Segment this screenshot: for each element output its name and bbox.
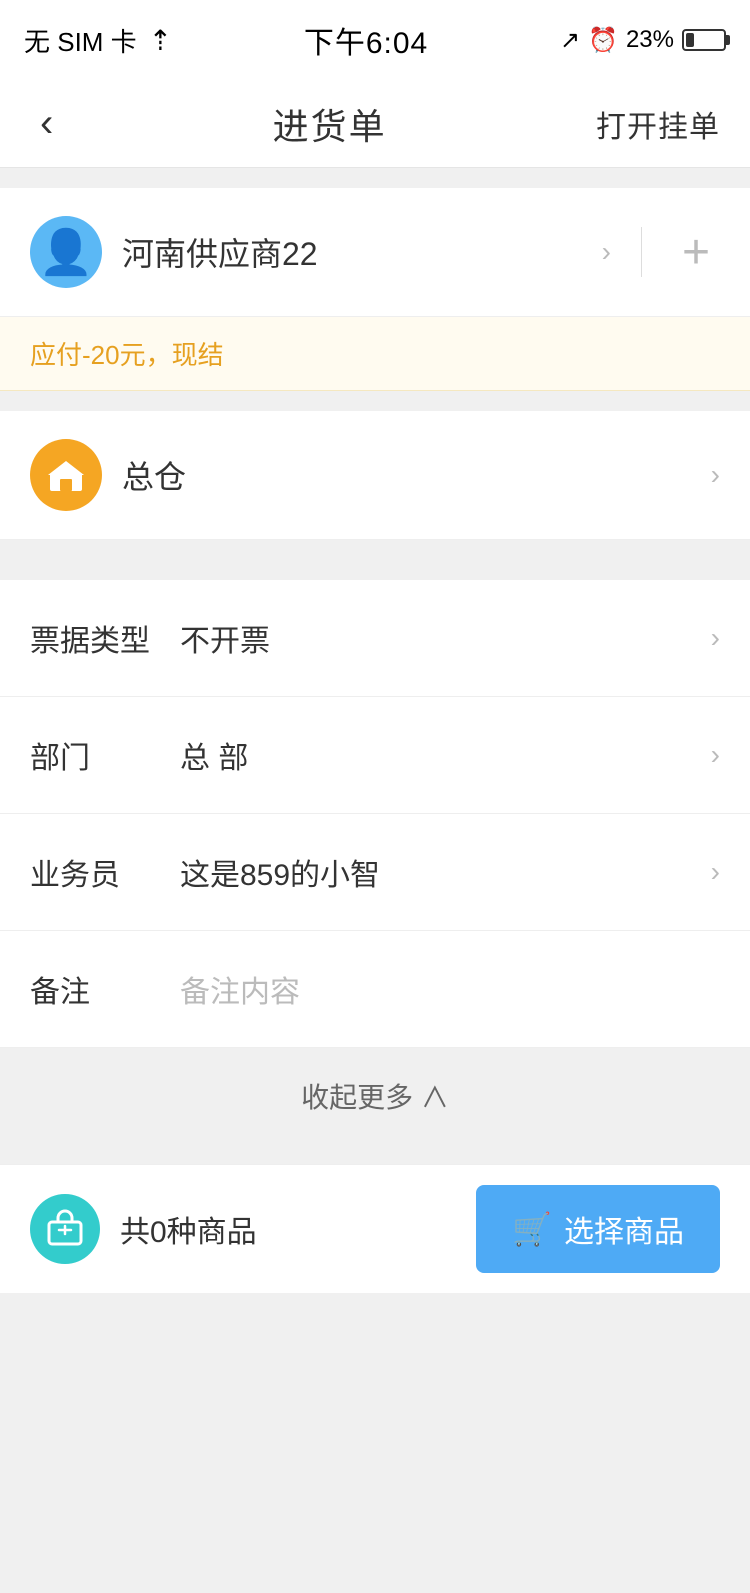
product-icon-wrap — [30, 1194, 100, 1264]
add-supplier-button[interactable]: + — [672, 225, 720, 280]
supplier-row[interactable]: 👤 河南供应商22 › + — [0, 188, 750, 317]
collapse-label: 收起更多 ∧ — [301, 1076, 449, 1116]
nav-bar: ‹ 进货单 打开挂单 — [0, 80, 750, 168]
salesman-row[interactable]: 业务员 这是859的小智 › — [0, 814, 750, 931]
supplier-name: 河南供应商22 — [122, 229, 582, 275]
page-title: 进货单 — [273, 98, 387, 150]
product-icon — [44, 1208, 86, 1250]
status-left: 无 SIM 卡 ⇡ — [24, 22, 172, 59]
gap-4 — [0, 1144, 750, 1164]
back-button[interactable]: ‹ — [30, 91, 63, 156]
dept-row[interactable]: 部门 总 部 › — [0, 697, 750, 814]
notice-text: 应付-20元，现结 — [30, 340, 224, 370]
select-product-button[interactable]: 🛒 选择商品 — [476, 1185, 720, 1273]
bill-type-value: 不开票 — [170, 616, 711, 660]
dept-value: 总 部 — [170, 733, 711, 777]
notice-bar: 应付-20元，现结 — [0, 317, 750, 391]
remark-input[interactable]: 备注内容 — [170, 967, 720, 1011]
status-right: ↗ ⏰ 23% — [560, 26, 726, 55]
warehouse-row[interactable]: 总仓 › — [0, 411, 750, 540]
open-pending-button[interactable]: 打开挂单 — [596, 102, 720, 146]
battery-icon — [682, 29, 726, 51]
dept-chevron-icon: › — [711, 739, 720, 771]
supplier-chevron-icon: › — [602, 236, 611, 268]
bill-type-label: 票据类型 — [30, 616, 170, 660]
warehouse-icon-wrap — [30, 439, 102, 511]
bill-type-chevron-icon: › — [711, 622, 720, 654]
status-bar: 无 SIM 卡 ⇡ 下午6:04 ↗ ⏰ 23% — [0, 0, 750, 80]
collapse-bar[interactable]: 收起更多 ∧ — [0, 1048, 750, 1144]
select-product-label: 选择商品 — [564, 1207, 684, 1251]
remark-row[interactable]: 备注 备注内容 — [0, 931, 750, 1048]
form-section: 票据类型 不开票 › 部门 总 部 › 业务员 这是859的小智 › 备注 备注… — [0, 580, 750, 1048]
wifi-icon: ⇡ — [149, 24, 172, 57]
salesman-value: 这是859的小智 — [170, 850, 711, 894]
divider — [641, 227, 642, 277]
warehouse-label: 总仓 — [122, 452, 691, 498]
select-product-icon: 🛒 — [512, 1210, 552, 1248]
dept-label: 部门 — [30, 733, 170, 777]
remark-label: 备注 — [30, 967, 170, 1011]
status-time: 下午6:04 — [304, 18, 428, 62]
page-background — [0, 1293, 750, 1593]
supplier-avatar-icon: 👤 — [39, 226, 94, 278]
warehouse-chevron-icon: › — [711, 459, 720, 491]
bottom-bar: 共0种商品 🛒 选择商品 — [0, 1164, 750, 1293]
gap-2 — [0, 391, 750, 411]
carrier-label: 无 SIM 卡 — [24, 22, 137, 59]
location-icon: ↗ — [560, 26, 580, 55]
supplier-avatar: 👤 — [30, 216, 102, 288]
gap-3 — [0, 540, 750, 560]
product-count: 共0种商品 — [120, 1207, 456, 1251]
bill-type-row[interactable]: 票据类型 不开票 › — [0, 580, 750, 697]
warehouse-icon — [46, 455, 86, 495]
alarm-icon: ⏰ — [588, 26, 618, 55]
salesman-chevron-icon: › — [711, 856, 720, 888]
salesman-label: 业务员 — [30, 850, 170, 894]
battery-percent: 23% — [626, 26, 674, 54]
gap-1 — [0, 168, 750, 188]
